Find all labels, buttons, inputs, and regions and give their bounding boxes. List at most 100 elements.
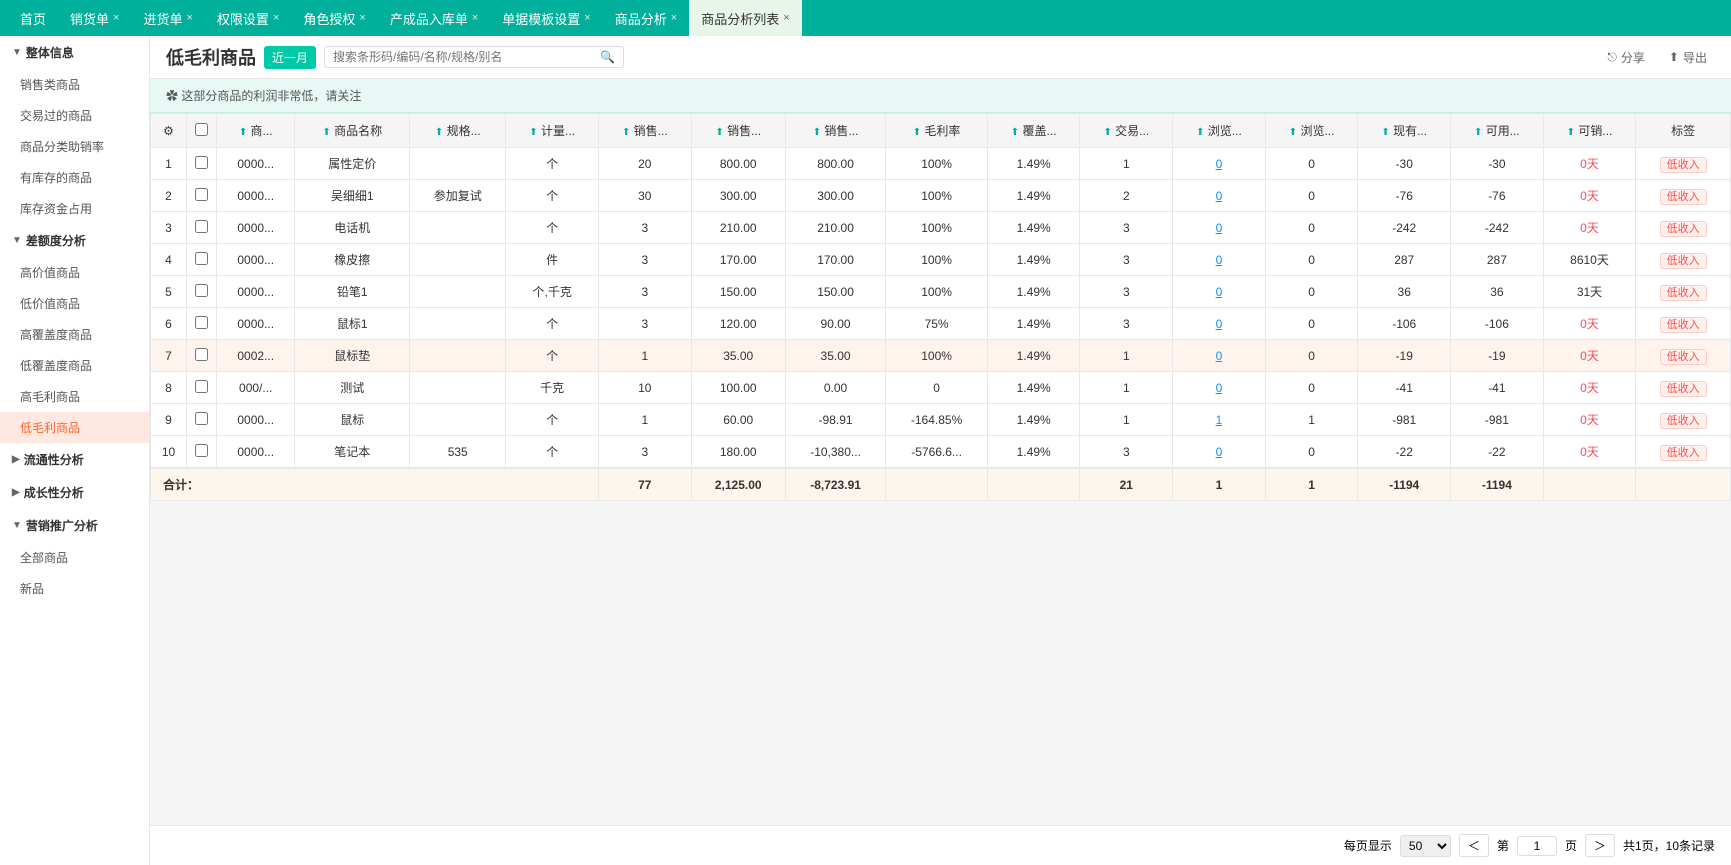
nav-item-产成品入库单[interactable]: 产成品入库单×	[378, 0, 490, 36]
row-checkbox[interactable]	[187, 436, 217, 469]
row-current-stock: -41	[1358, 372, 1451, 404]
tag-column-header[interactable]: 标签	[1636, 114, 1731, 148]
sidebar-item-低价值商品[interactable]: 低价值商品	[0, 288, 149, 319]
sidebar-item-高覆盖度商品[interactable]: 高覆盖度商品	[0, 319, 149, 350]
row-current-stock: 36	[1358, 276, 1451, 308]
nav-close-icon[interactable]: ×	[359, 12, 365, 24]
views2-column-header[interactable]: ⬆ 浏览...	[1265, 114, 1358, 148]
gross-margin-column-header[interactable]: ⬆ 毛利率	[886, 114, 988, 148]
row-checkbox[interactable]	[187, 244, 217, 276]
row-checkbox[interactable]	[187, 404, 217, 436]
row-checkbox[interactable]	[187, 340, 217, 372]
nav-item-销货单[interactable]: 销货单×	[58, 0, 131, 36]
sidebar-group-流通性分析[interactable]: ▶流通性分析	[0, 443, 149, 476]
prev-page-button[interactable]: ＜	[1459, 834, 1489, 857]
nav-item-首页[interactable]: 首页	[8, 0, 58, 36]
page-input[interactable]	[1517, 836, 1557, 856]
sidebar-group-营销推广分析[interactable]: ▼营销推广分析	[0, 509, 149, 542]
row-select-checkbox[interactable]	[195, 156, 208, 169]
sidebar-group-成长性分析[interactable]: ▶成长性分析	[0, 476, 149, 509]
row-views1[interactable]: 0	[1173, 276, 1266, 308]
filter-recent-month-button[interactable]: 近一月	[264, 46, 316, 69]
row-checkbox[interactable]	[187, 308, 217, 340]
row-select-checkbox[interactable]	[195, 412, 208, 425]
nav-close-icon[interactable]: ×	[273, 12, 279, 24]
transaction-column-header[interactable]: ⬆ 交易...	[1080, 114, 1173, 148]
nav-close-icon[interactable]: ×	[186, 12, 192, 24]
sidebar-item-商品分类助销率[interactable]: 商品分类助销率	[0, 131, 149, 162]
row-views1[interactable]: 0	[1173, 372, 1266, 404]
name-column-header[interactable]: ⬆ 商品名称	[295, 114, 410, 148]
search-input[interactable]	[333, 50, 600, 64]
row-select-checkbox[interactable]	[195, 348, 208, 361]
sales-qty-column-header[interactable]: ⬆ 销售...	[598, 114, 691, 148]
nav-item-进货单[interactable]: 进货单×	[131, 0, 204, 36]
row-views1[interactable]: 0	[1173, 244, 1266, 276]
views1-column-header[interactable]: ⬆ 浏览...	[1173, 114, 1266, 148]
sidebar-item-新品[interactable]: 新品	[0, 573, 149, 604]
spec-column-header[interactable]: ⬆ 规格...	[410, 114, 506, 148]
row-checkbox[interactable]	[187, 180, 217, 212]
row-name: 鼠标1	[295, 308, 410, 340]
search-icon[interactable]: 🔍	[600, 50, 615, 64]
row-views1[interactable]: 1	[1173, 404, 1266, 436]
sidebar-item-低毛利商品[interactable]: 低毛利商品	[0, 412, 149, 443]
nav-close-icon[interactable]: ×	[671, 12, 677, 24]
nav-item-商品分析列表[interactable]: 商品分析列表×	[689, 0, 801, 36]
row-views1[interactable]: 0	[1173, 148, 1266, 180]
row-select-checkbox[interactable]	[195, 316, 208, 329]
sidebar-item-高毛利商品[interactable]: 高毛利商品	[0, 381, 149, 412]
sidebar-item-低覆盖度商品[interactable]: 低覆盖度商品	[0, 350, 149, 381]
total-views1: 1	[1173, 468, 1266, 501]
available-column-header[interactable]: ⬆ 可用...	[1451, 114, 1544, 148]
coverage-column-header[interactable]: ⬆ 覆盖...	[987, 114, 1080, 148]
row-no: 5	[151, 276, 187, 308]
row-views1[interactable]: 0	[1173, 308, 1266, 340]
sellable-column-header[interactable]: ⬆ 可销...	[1543, 114, 1636, 148]
select-all-checkbox[interactable]	[195, 123, 208, 136]
next-page-button[interactable]: ＞	[1585, 834, 1615, 857]
row-select-checkbox[interactable]	[195, 252, 208, 265]
nav-item-单据模板设置[interactable]: 单据模板设置×	[490, 0, 602, 36]
sidebar-item-全部商品[interactable]: 全部商品	[0, 542, 149, 573]
sidebar-group-整体信息[interactable]: ▼整体信息	[0, 36, 149, 69]
settings-column-header[interactable]: ⚙	[151, 114, 187, 148]
nav-item-权限设置[interactable]: 权限设置×	[205, 0, 291, 36]
row-select-checkbox[interactable]	[195, 188, 208, 201]
row-spec	[410, 308, 506, 340]
current-stock-column-header[interactable]: ⬆ 现有...	[1358, 114, 1451, 148]
sales-price-column-header[interactable]: ⬆ 销售...	[691, 114, 785, 148]
sales-amount-column-header[interactable]: ⬆ 销售...	[785, 114, 886, 148]
sidebar-item-交易过的商品[interactable]: 交易过的商品	[0, 100, 149, 131]
row-select-checkbox[interactable]	[195, 444, 208, 457]
row-checkbox[interactable]	[187, 372, 217, 404]
nav-close-icon[interactable]: ×	[584, 12, 590, 24]
nav-close-icon[interactable]: ×	[472, 12, 478, 24]
sidebar-item-有库存的商品[interactable]: 有库存的商品	[0, 162, 149, 193]
row-select-checkbox[interactable]	[195, 284, 208, 297]
row-views1[interactable]: 0	[1173, 340, 1266, 372]
row-name: 属性定价	[295, 148, 410, 180]
nav-close-icon[interactable]: ×	[783, 12, 789, 24]
nav-item-商品分析[interactable]: 商品分析×	[603, 0, 689, 36]
row-checkbox[interactable]	[187, 212, 217, 244]
row-select-checkbox[interactable]	[195, 220, 208, 233]
row-views1[interactable]: 0	[1173, 436, 1266, 469]
sidebar-item-高价值商品[interactable]: 高价值商品	[0, 257, 149, 288]
row-views1[interactable]: 0	[1173, 212, 1266, 244]
row-checkbox[interactable]	[187, 276, 217, 308]
checkbox-column-header[interactable]	[187, 114, 217, 148]
export-button[interactable]: ⬆ 导出	[1661, 45, 1715, 70]
sidebar-group-差额度分析[interactable]: ▼差额度分析	[0, 224, 149, 257]
nav-close-icon[interactable]: ×	[113, 12, 119, 24]
row-checkbox[interactable]	[187, 148, 217, 180]
unit-column-header[interactable]: ⬆ 计量...	[506, 114, 599, 148]
nav-item-角色授权[interactable]: 角色授权×	[291, 0, 377, 36]
sidebar-item-库存资金占用[interactable]: 库存资金占用	[0, 193, 149, 224]
sidebar-item-销售类商品[interactable]: 销售类商品	[0, 69, 149, 100]
code-column-header[interactable]: ⬆ 商...	[217, 114, 295, 148]
share-button[interactable]: ⎋ 分享	[1599, 45, 1653, 70]
row-views1[interactable]: 0	[1173, 180, 1266, 212]
per-page-select[interactable]: 50 100 200	[1400, 835, 1451, 857]
row-select-checkbox[interactable]	[195, 380, 208, 393]
